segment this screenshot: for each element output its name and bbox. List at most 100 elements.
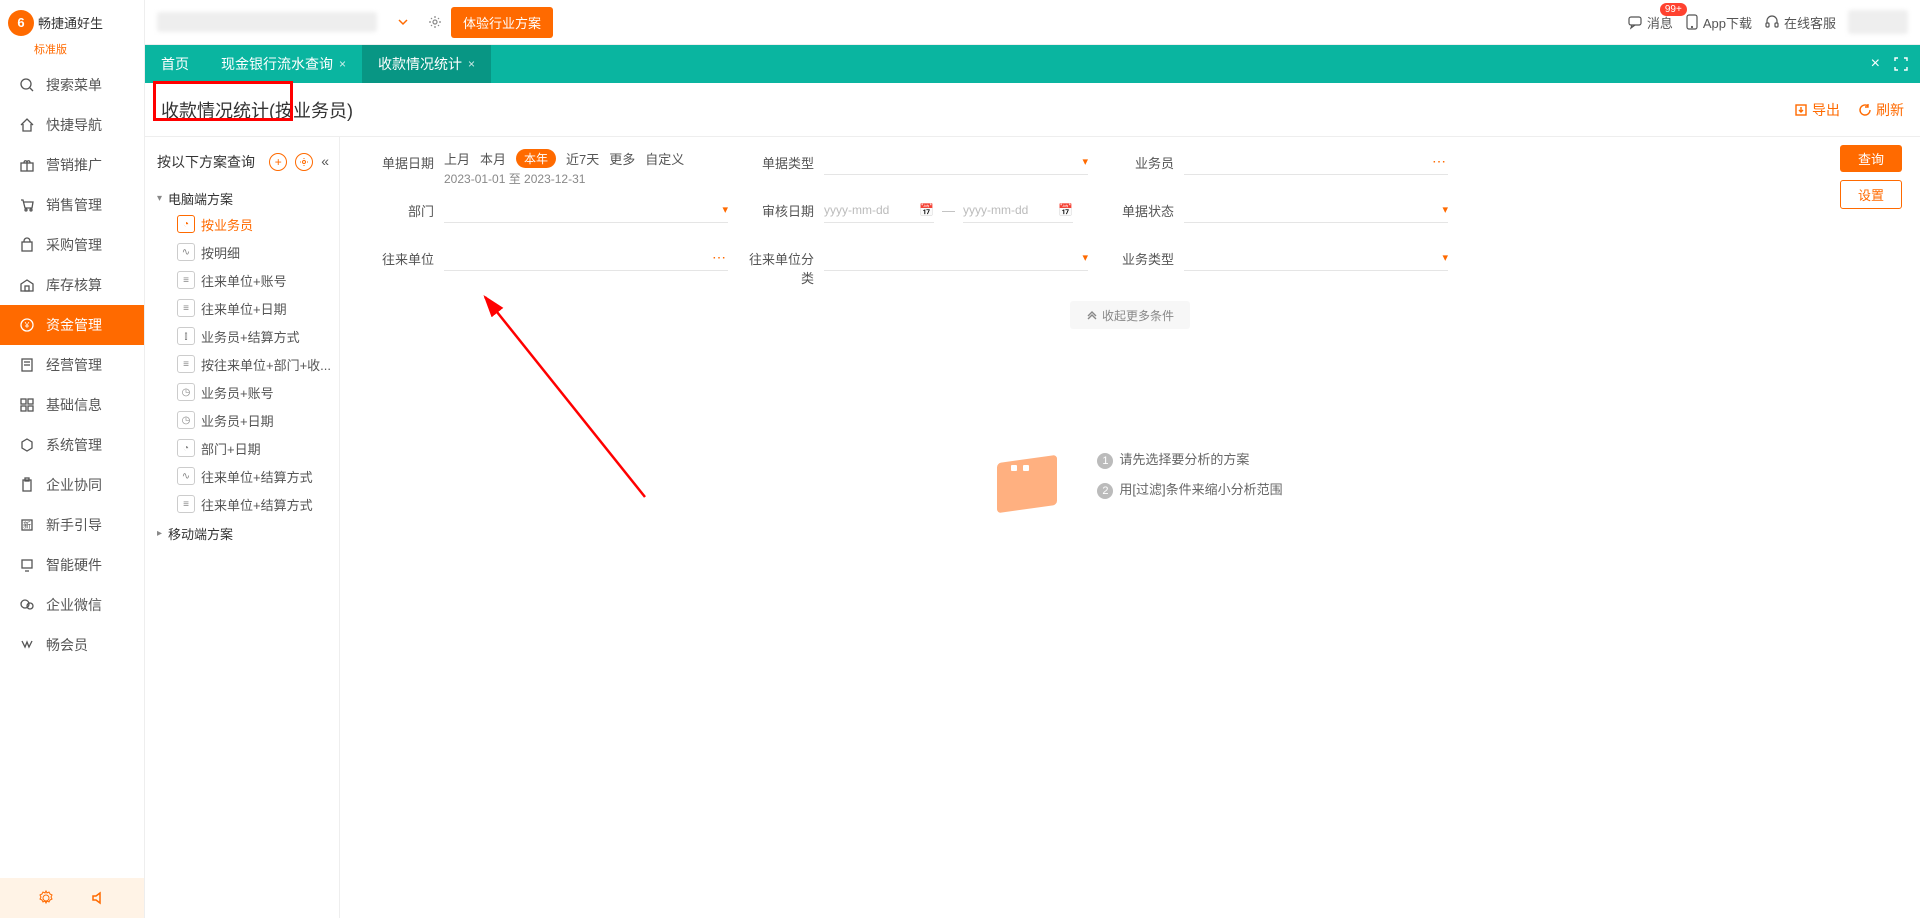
edition-label: 标准版 xyxy=(0,41,144,57)
clipboard-icon xyxy=(18,476,36,494)
scheme-item[interactable]: ∿按明细 xyxy=(153,238,333,266)
scheme-item[interactable]: ≡往来单位+日期 xyxy=(153,294,333,322)
refresh-button[interactable]: 刷新 xyxy=(1858,100,1904,120)
dots-icon: ⋯ xyxy=(1432,153,1448,170)
wechat-icon xyxy=(18,596,36,614)
salesman-select[interactable]: ⋯ xyxy=(1184,149,1448,175)
nav-finance[interactable]: ¥资金管理 xyxy=(0,305,144,345)
nav-label: 库存核算 xyxy=(46,275,102,295)
nav-quick[interactable]: 快捷导航 xyxy=(0,105,144,145)
empty-state: 1请先选择要分析的方案 2用[过滤]条件来缩小分析范围 xyxy=(356,329,1904,918)
preset-7days[interactable]: 近7天 xyxy=(566,149,599,168)
scheme-item[interactable]: ⫾业务员+结算方式 xyxy=(153,322,333,350)
doc-status-select[interactable]: ▾ xyxy=(1184,197,1448,223)
close-icon[interactable]: × xyxy=(339,57,346,71)
nav-inventory[interactable]: 库存核算 xyxy=(0,265,144,305)
fullscreen-icon[interactable] xyxy=(1894,57,1908,71)
nav-system[interactable]: 系统管理 xyxy=(0,425,144,465)
gear-icon[interactable] xyxy=(423,10,447,34)
partner-cat-select[interactable]: ▾ xyxy=(824,245,1088,271)
add-scheme-button[interactable]: + xyxy=(269,153,287,171)
tab-label: 首页 xyxy=(161,54,189,74)
preset-more[interactable]: 更多 xyxy=(609,149,635,168)
topbar: 体验行业方案 消息 99+ App下载 在线客服 xyxy=(145,0,1920,45)
collapse-filters-button[interactable]: 收起更多条件 xyxy=(1070,301,1190,329)
query-button[interactable]: 查询 xyxy=(1840,145,1902,172)
nav-collab[interactable]: 企业协同 xyxy=(0,465,144,505)
partner-select[interactable]: ⋯ xyxy=(444,245,728,271)
experience-button[interactable]: 体验行业方案 xyxy=(451,7,553,38)
preset-last-month[interactable]: 上月 xyxy=(444,149,470,168)
audit-date-to[interactable]: yyyy-mm-dd📅 xyxy=(963,197,1073,223)
scheme-header: 按以下方案查询 + « xyxy=(153,147,333,177)
calendar-icon: 📅 xyxy=(1058,203,1073,217)
tab-receipt-stats[interactable]: 收款情况统计× xyxy=(362,45,491,83)
tab-cash-bank[interactable]: 现金银行流水查询× xyxy=(205,45,362,83)
scheme-item[interactable]: ◔按业务员 xyxy=(153,210,333,238)
partner-label: 往来单位 xyxy=(364,245,444,268)
caret-down-icon: ▾ xyxy=(157,193,162,204)
scheme-item[interactable]: ≡往来单位+结算方式 xyxy=(153,490,333,518)
preset-custom[interactable]: 自定义 xyxy=(645,149,684,168)
list-icon: ≡ xyxy=(177,355,195,373)
scheme-item[interactable]: ◔部门+日期 xyxy=(153,434,333,462)
chevron-down-icon: ▾ xyxy=(1082,251,1088,264)
scheme-item[interactable]: ∿往来单位+结算方式 xyxy=(153,462,333,490)
chevron-down-icon: ▾ xyxy=(722,203,728,216)
doc-type-select[interactable]: ▾ xyxy=(824,149,1088,175)
page-title: 收款情况统计(按业务员) xyxy=(161,97,353,123)
nav-base[interactable]: 基础信息 xyxy=(0,385,144,425)
scheme-gear-button[interactable] xyxy=(295,153,313,171)
app-download-link[interactable]: App下载 xyxy=(1685,13,1752,32)
nav-wechat[interactable]: 企业微信 xyxy=(0,585,144,625)
collapse-panel-icon[interactable]: « xyxy=(321,153,329,171)
app-download-label: App下载 xyxy=(1703,13,1752,32)
nav-search-menu[interactable]: 搜索菜单 xyxy=(0,65,144,105)
gift-icon xyxy=(18,156,36,174)
close-icon[interactable]: × xyxy=(468,57,475,71)
nav-sales[interactable]: 销售管理 xyxy=(0,185,144,225)
scheme-item[interactable]: ≡按往来单位+部门+收... xyxy=(153,350,333,378)
dept-select[interactable]: ▾ xyxy=(444,197,728,223)
dots-icon: ⋯ xyxy=(712,249,728,266)
chevron-down-icon[interactable] xyxy=(391,10,415,34)
customer-service-link[interactable]: 在线客服 xyxy=(1764,13,1836,32)
scheme-panel: 按以下方案查询 + « ▾电脑端方案 ◔按业务员 ∿按明细 ≡往来单位+账号 ≡… xyxy=(145,137,340,918)
main: 体验行业方案 消息 99+ App下载 在线客服 首页 xyxy=(145,0,1920,918)
scheme-item[interactable]: ◷业务员+日期 xyxy=(153,406,333,434)
list-icon: ≡ xyxy=(177,271,195,289)
doc-date-label: 单据日期 xyxy=(364,149,444,172)
scheme-title: 按以下方案查询 xyxy=(157,152,255,172)
gear-icon[interactable] xyxy=(38,890,54,906)
messages-link[interactable]: 消息 99+ xyxy=(1627,13,1673,32)
preset-this-month[interactable]: 本月 xyxy=(480,149,506,168)
scheme-item[interactable]: ◷业务员+账号 xyxy=(153,378,333,406)
audit-date-from[interactable]: yyyy-mm-dd📅 xyxy=(824,197,934,223)
org-selector-blur[interactable] xyxy=(157,12,377,32)
sound-icon[interactable] xyxy=(90,890,106,906)
scheme-item[interactable]: ≡往来单位+账号 xyxy=(153,266,333,294)
nav-label: 快捷导航 xyxy=(46,115,102,135)
nav-label: 企业微信 xyxy=(46,595,102,615)
message-icon xyxy=(1627,14,1643,30)
nav-marketing[interactable]: 营销推广 xyxy=(0,145,144,185)
preset-this-year[interactable]: 本年 xyxy=(516,149,556,168)
scheme-group-desktop[interactable]: ▾电脑端方案 xyxy=(153,183,333,210)
tabs-close-icon[interactable]: × xyxy=(1871,55,1880,73)
nav-purchase[interactable]: 采购管理 xyxy=(0,225,144,265)
caret-right-icon: ▸ xyxy=(157,528,162,539)
user-avatar-blur[interactable] xyxy=(1848,10,1908,34)
nav-operation[interactable]: 经营管理 xyxy=(0,345,144,385)
settings-button[interactable]: 设置 xyxy=(1840,180,1902,209)
scheme-group-mobile[interactable]: ▸移动端方案 xyxy=(153,518,333,545)
nav-member[interactable]: 畅会员 xyxy=(0,625,144,665)
messages-badge: 99+ xyxy=(1660,3,1687,16)
nav-hardware[interactable]: 智能硬件 xyxy=(0,545,144,585)
nav-newbie[interactable]: 新新手引导 xyxy=(0,505,144,545)
biz-type-select[interactable]: ▾ xyxy=(1184,245,1448,271)
logo[interactable]: 6 畅捷通好生 xyxy=(0,0,144,45)
logo-text: 畅捷通好生 xyxy=(38,13,103,32)
nav-label: 企业协同 xyxy=(46,475,102,495)
export-button[interactable]: 导出 xyxy=(1794,100,1840,120)
tab-home[interactable]: 首页 xyxy=(145,45,205,83)
